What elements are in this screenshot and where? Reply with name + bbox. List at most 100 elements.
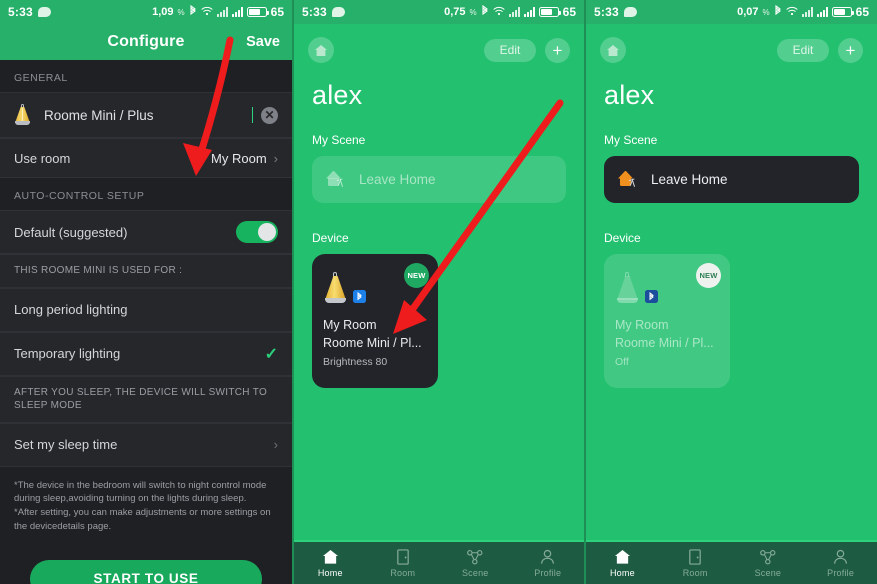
nav-item-home[interactable]: Home <box>586 542 659 584</box>
configure-panel: 5:33 1,09 % 65 Configure Save GENERAL Ro… <box>0 0 292 584</box>
status-bar-right-group: 0,07 % 65 <box>737 4 869 20</box>
option-temporary-label: Temporary lighting <box>14 346 121 361</box>
start-button-container: START TO USE <box>0 534 292 584</box>
save-button[interactable]: Save <box>246 34 280 50</box>
nav-label: Home <box>609 568 635 578</box>
data-rate-value: 0,75 <box>444 6 466 18</box>
bottom-nav-right: Home Room Scene Profile <box>586 540 877 584</box>
device-room-name: My Room <box>323 318 377 332</box>
room-icon <box>396 548 410 565</box>
message-bubble-icon <box>37 7 51 17</box>
start-to-use-button[interactable]: START TO USE <box>30 559 262 584</box>
scene-name: Leave Home <box>359 172 436 187</box>
data-rate-value: 1,09 <box>152 6 174 18</box>
option-temporary-lighting[interactable]: Temporary lighting ✓ <box>0 331 292 376</box>
nav-label: Profile <box>827 568 855 578</box>
data-rate-unit: % <box>469 7 477 17</box>
home-actions: Edit + <box>484 37 570 63</box>
set-sleep-time-row[interactable]: Set my sleep time › <box>0 422 292 467</box>
bottom-nav-middle: Home Room Scene Profile <box>294 540 584 584</box>
nav-label: Profile <box>534 568 562 578</box>
battery-percent: 65 <box>270 5 284 19</box>
device-name-input[interactable] <box>44 107 253 123</box>
nav-item-scene[interactable]: Scene <box>732 542 805 584</box>
add-button[interactable]: + <box>838 37 863 63</box>
signal-bars-sim1-icon <box>216 7 228 17</box>
signal-bars-sim1-icon <box>508 7 520 17</box>
status-bar-left-group: 5:33 <box>302 5 345 19</box>
use-room-row[interactable]: Use room My Room › <box>0 138 292 178</box>
message-bubble-icon <box>623 7 637 17</box>
home-topbar: Edit + <box>586 24 877 66</box>
device-model-name: Roome Mini / Pl... <box>615 335 714 350</box>
home-icon[interactable] <box>308 37 334 63</box>
lamp-icon <box>14 103 31 127</box>
nav-item-home[interactable]: Home <box>294 542 367 584</box>
user-name: alex <box>312 80 363 110</box>
bluetooth-icon <box>353 290 366 303</box>
section-header-my-scene: My Scene <box>604 133 658 147</box>
signal-bars-sim1-icon <box>801 7 813 17</box>
home-icon[interactable] <box>600 37 626 63</box>
data-rate-unit: % <box>177 7 185 17</box>
section-header-device: Device <box>312 231 349 245</box>
edit-button[interactable]: Edit <box>777 38 829 62</box>
status-bar-right-group: 0,75 % 65 <box>444 4 576 20</box>
nav-label: Scene <box>754 568 782 578</box>
battery-percent: 65 <box>855 5 869 19</box>
home-icon <box>614 548 631 565</box>
clear-icon[interactable]: ✕ <box>261 106 278 124</box>
bluetooth-icon <box>774 4 782 20</box>
scene-card-leave-home[interactable]: Leave Home <box>604 156 859 203</box>
nav-item-profile[interactable]: Profile <box>512 542 585 584</box>
signal-bars-sim2-icon <box>816 7 828 17</box>
device-text-block: My Room Roome Mini / Pl... Brightness 80 <box>323 317 427 368</box>
home-actions: Edit + <box>777 37 863 63</box>
scene-card-leave-home[interactable]: Leave Home <box>312 156 566 203</box>
leave-home-icon <box>326 170 346 189</box>
section-header-general: GENERAL <box>0 60 292 92</box>
default-suggested-toggle[interactable] <box>236 221 278 243</box>
page-title: Configure <box>107 33 185 50</box>
nav-label: Home <box>317 568 343 578</box>
home-panel-device-off: 5:33 0,07 % 65 Edit + alex My Scene Leav… <box>584 0 877 584</box>
nav-label: Scene <box>461 568 489 578</box>
nav-item-profile[interactable]: Profile <box>804 542 877 584</box>
screenshot-root: 5:33 1,09 % 65 Configure Save GENERAL Ro… <box>0 0 877 584</box>
device-card-on[interactable]: NEW My Room Roome Mini / Pl... Brightnes… <box>312 254 438 388</box>
device-status: Off <box>615 355 629 368</box>
nav-item-scene[interactable]: Scene <box>439 542 512 584</box>
configure-appbar: Configure Save <box>0 24 292 60</box>
status-time: 5:33 <box>8 5 33 19</box>
new-badge: NEW <box>404 263 429 288</box>
new-badge: NEW <box>696 263 721 288</box>
use-room-label: Use room <box>14 150 71 166</box>
room-icon <box>688 548 702 565</box>
wifi-icon <box>201 6 213 19</box>
nav-item-room[interactable]: Room <box>659 542 732 584</box>
default-suggested-row[interactable]: Default (suggested) <box>0 210 292 254</box>
nav-item-room[interactable]: Room <box>367 542 440 584</box>
status-time: 5:33 <box>302 5 327 19</box>
section-header-sleep-mode: AFTER YOU SLEEP, THE DEVICE WILL SWITCH … <box>0 375 292 423</box>
device-status: Brightness 80 <box>323 355 388 368</box>
home-icon <box>322 548 339 565</box>
device-text-block: My Room Roome Mini / Pl... Off <box>615 317 719 368</box>
option-long-period-label: Long period lighting <box>14 302 128 317</box>
profile-icon <box>540 548 555 565</box>
default-suggested-label: Default (suggested) <box>14 224 128 240</box>
device-model-name: Roome Mini / Pl... <box>323 335 422 350</box>
device-card-off[interactable]: NEW My Room Roome Mini / Pl... Off <box>604 254 730 388</box>
edit-button[interactable]: Edit <box>484 38 536 62</box>
wifi-icon <box>493 6 505 19</box>
scene-name: Leave Home <box>651 172 728 187</box>
add-button[interactable]: + <box>545 37 570 63</box>
chevron-right-icon: › <box>273 150 278 166</box>
device-name-row[interactable]: ✕ <box>0 92 292 138</box>
data-rate-value: 0,07 <box>737 6 759 18</box>
option-long-period-lighting[interactable]: Long period lighting <box>0 287 292 332</box>
home-panel-device-on: 5:33 0,75 % 65 Edit + alex My Scene Leav… <box>292 0 584 584</box>
signal-bars-sim2-icon <box>523 7 535 17</box>
profile-icon <box>833 548 848 565</box>
check-icon: ✓ <box>264 345 278 363</box>
